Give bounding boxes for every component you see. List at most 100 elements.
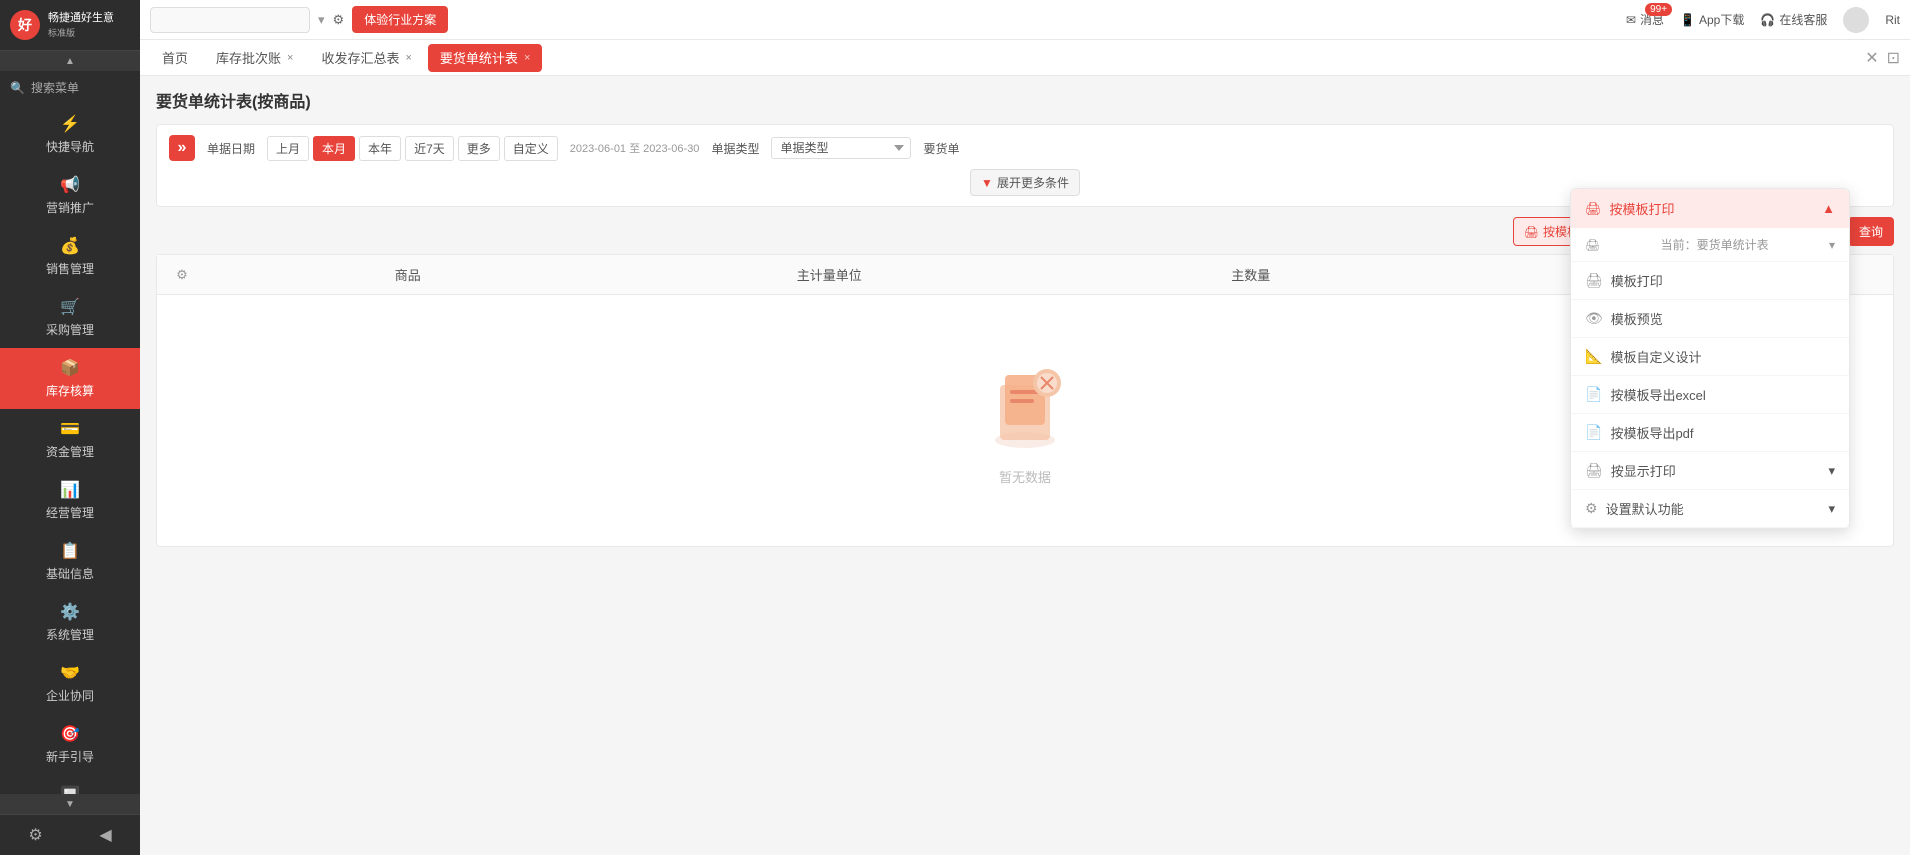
tabs-close-btn[interactable]: ✕ <box>1865 48 1878 68</box>
topbar-right: ✉ 消息 99+ 📱 App下载 🎧 在线客服 Rit <box>1626 7 1900 33</box>
export-excel-label: 按模板导出excel <box>1610 385 1705 404</box>
sidebar-item-basic[interactable]: 📋 基础信息 <box>0 531 140 592</box>
sidebar-item-inventory[interactable]: 📦 库存核算 <box>0 348 140 409</box>
topbar-dropdown-icon[interactable]: ▾ <box>318 12 325 28</box>
tabs-expand-btn[interactable]: ⊡ <box>1887 48 1900 68</box>
date-btn-this-month[interactable]: 本月 <box>313 136 355 161</box>
messages-btn[interactable]: ✉ 消息 99+ <box>1626 11 1664 28</box>
sidebar-item-label: 库存核算 <box>46 382 94 399</box>
dropdown-current-icon: 🖨 <box>1585 238 1600 252</box>
query-btn[interactable]: 查询 <box>1848 217 1894 246</box>
dropdown-header-left: 🖨 按模板打印 <box>1585 199 1675 218</box>
date-btn-more[interactable]: 更多 <box>458 136 500 161</box>
table-col-settings-icon[interactable]: ⚙ <box>167 267 197 283</box>
date-btn-this-year[interactable]: 本年 <box>359 136 401 161</box>
filter-expand-btn[interactable]: ▼ 展开更多条件 <box>970 169 1080 196</box>
logo-icon: 好 <box>10 10 40 40</box>
template-design-label: 模板自定义设计 <box>1610 347 1701 366</box>
export-pdf-label: 按模板导出pdf <box>1610 423 1693 442</box>
dropdown-item-template-design[interactable]: 📐 模板自定义设计 <box>1571 338 1849 376</box>
sidebar-item-collab[interactable]: 🤝 企业协同 <box>0 653 140 714</box>
sidebar-item-sales[interactable]: 💰 销售管理 <box>0 226 140 287</box>
inventory-batch-label: 库存批次账 <box>216 48 281 67</box>
dropdown-item-template-print[interactable]: 🖨 模板打印 <box>1571 262 1849 300</box>
download-icon: 📱 <box>1680 13 1695 27</box>
marketing-icon: 📢 <box>60 175 80 195</box>
service-icon: 🎧 <box>1760 13 1775 27</box>
sidebar-item-label: 快捷导航 <box>46 138 94 155</box>
sidebar-item-appcenter[interactable]: 🔲 应用中心 <box>0 775 140 794</box>
topbar-settings-icon[interactable]: ⚙ <box>333 12 345 28</box>
dropdown-current: 🖨 当前：要货单统计表 ▾ <box>1571 228 1849 262</box>
sidebar-item-label: 新手引导 <box>46 748 94 765</box>
dropdown-item-template-preview[interactable]: 👁 模板预览 <box>1571 300 1849 338</box>
search-icon: 🔍 <box>10 81 25 95</box>
sidebar-scroll-up[interactable]: ▲ <box>0 51 140 71</box>
sidebar-item-guide[interactable]: 🎯 新手引导 <box>0 714 140 775</box>
export-pdf-icon: 📄 <box>1585 424 1602 441</box>
tab-home[interactable]: 首页 <box>150 44 200 72</box>
sidebar-scroll-down[interactable]: ▼ <box>0 794 140 814</box>
sales-icon: 💰 <box>60 236 80 256</box>
tab-order-stats[interactable]: 要货单统计表 × <box>428 44 542 72</box>
app-download-btn[interactable]: 📱 App下载 <box>1680 11 1744 28</box>
dropdown-header-arrow: ▲ <box>1822 201 1835 216</box>
expand-btn-label: 展开更多条件 <box>997 174 1069 191</box>
avatar <box>1843 7 1869 33</box>
empty-text: 暂无数据 <box>999 467 1051 486</box>
topbar: ▾ ⚙ 体验行业方案 ✉ 消息 99+ 📱 App下载 🎧 在线客服 Rit <box>140 0 1910 40</box>
sidebar-item-label: 经营管理 <box>46 504 94 521</box>
sidebar-item-system[interactable]: ⚙️ 系统管理 <box>0 592 140 653</box>
sidebar-item-marketing[interactable]: 📢 营销推广 <box>0 165 140 226</box>
sidebar-item-quick-nav[interactable]: ⚡ 快捷导航 <box>0 104 140 165</box>
template-preview-icon: 👁 <box>1585 310 1603 327</box>
inventory-batch-close[interactable]: × <box>287 52 293 64</box>
home-tab-label: 首页 <box>162 48 188 67</box>
order-stats-close[interactable]: × <box>524 52 530 64</box>
display-print-label: 按显示打印 <box>1611 461 1676 480</box>
quick-nav-icon: ⚡ <box>60 114 80 134</box>
sidebar-nav: ⚡ 快捷导航 📢 营销推广 💰 销售管理 🛒 采购管理 📦 库存核算 💳 资金管… <box>0 104 140 794</box>
system-icon: ⚙️ <box>60 602 80 622</box>
sidebar-item-label: 资金管理 <box>46 443 94 460</box>
order-type-select[interactable]: 单据类型 要货单 <box>771 137 911 159</box>
sidebar-item-label: 采购管理 <box>46 321 94 338</box>
online-service-btn[interactable]: 🎧 在线客服 <box>1760 11 1827 28</box>
operation-icon: 📊 <box>60 480 80 500</box>
page-content: 要货单统计表(按商品) » 单据日期 上月 本月 本年 近7天 更多 自定义 2… <box>140 76 1910 855</box>
sidebar-item-capital[interactable]: 💳 资金管理 <box>0 409 140 470</box>
date-range-text: 2023-06-01 至 2023-06-30 <box>570 140 700 156</box>
sidebar-item-purchase[interactable]: 🛒 采购管理 <box>0 287 140 348</box>
date-btn-last-month[interactable]: 上月 <box>267 136 309 161</box>
topbar-search-input[interactable] <box>150 7 310 33</box>
template-print-icon: 🖨 <box>1585 272 1603 289</box>
expand-icon: ▼ <box>981 176 993 190</box>
sidebar-item-operation[interactable]: 📊 经营管理 <box>0 470 140 531</box>
dropdown-item-export-pdf[interactable]: 📄 按模板导出pdf <box>1571 414 1849 452</box>
set-default-arrow: ▾ <box>1828 501 1835 517</box>
filter-row-1: » 单据日期 上月 本月 本年 近7天 更多 自定义 2023-06-01 至 … <box>169 135 1881 161</box>
receivable-summary-close[interactable]: × <box>405 52 411 64</box>
tab-receivable-summary[interactable]: 收发存汇总表 × <box>309 44 423 72</box>
date-btn-custom[interactable]: 自定义 <box>504 136 558 161</box>
filter-expand-red-btn[interactable]: » <box>169 135 195 161</box>
date-filter-label: 单据日期 <box>207 140 255 157</box>
date-btn-7days[interactable]: 近7天 <box>405 136 454 161</box>
main-area: ▾ ⚙ 体验行业方案 ✉ 消息 99+ 📱 App下载 🎧 在线客服 Rit 首… <box>140 0 1910 855</box>
set-default-label: 设置默认功能 <box>1606 499 1684 518</box>
dropdown-sub-set-default[interactable]: ⚙ 设置默认功能 ▾ <box>1571 490 1849 528</box>
tab-inventory-batch[interactable]: 库存批次账 × <box>204 44 305 72</box>
sidebar-item-label: 销售管理 <box>46 260 94 277</box>
industry-btn[interactable]: 体验行业方案 <box>352 6 448 33</box>
collapse-icon[interactable]: ◀ <box>99 825 111 845</box>
settings-bottom-icon[interactable]: ⚙ <box>28 825 42 845</box>
dropdown-current-arrow: ▾ <box>1829 238 1835 252</box>
order-stats-label: 要货单统计表 <box>440 48 518 67</box>
sidebar-search[interactable]: 🔍 搜索菜单 <box>0 71 140 104</box>
dropdown-header[interactable]: 🖨 按模板打印 ▲ <box>1571 189 1849 228</box>
dropdown-sub-display-print[interactable]: 🖨 按显示打印 ▾ <box>1571 452 1849 490</box>
print-icon: 🖨 <box>1524 225 1539 239</box>
dropdown-item-export-excel[interactable]: 📄 按模板导出excel <box>1571 376 1849 414</box>
sidebar-item-label: 营销推广 <box>46 199 94 216</box>
dropdown-sub-left-1: 🖨 按显示打印 <box>1585 461 1676 480</box>
